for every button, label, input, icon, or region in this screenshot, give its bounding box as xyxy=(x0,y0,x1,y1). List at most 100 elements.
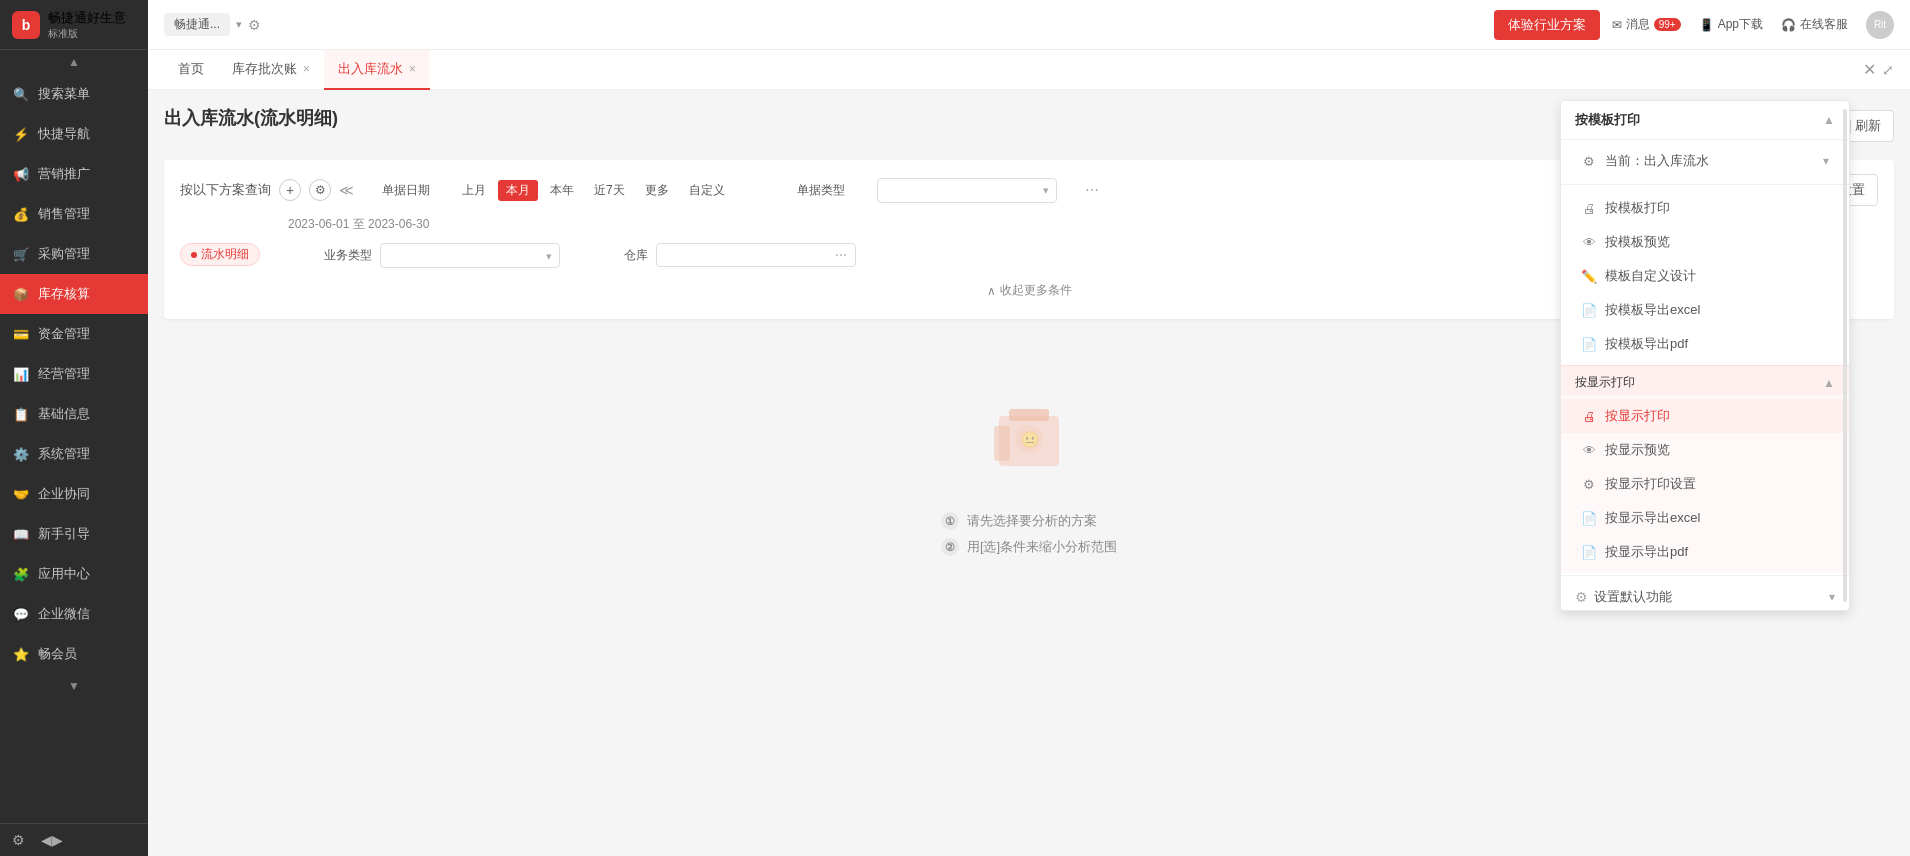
tab-home[interactable]: 首页 xyxy=(164,50,218,90)
filter-tag-shuimingxi[interactable]: 流水明细 xyxy=(180,243,260,266)
sidebar-item-search[interactable]: 🔍 搜索菜单 xyxy=(0,74,148,114)
tabbar-close-all[interactable]: ✕ xyxy=(1863,60,1876,79)
filter-label: 按以下方案查询 xyxy=(180,181,271,199)
apps-icon: 🧩 xyxy=(12,565,30,583)
app-download-button[interactable]: 📱 App下载 xyxy=(1699,16,1763,33)
tabbar-expand[interactable]: ⤢ xyxy=(1882,62,1894,78)
dropdown-default-item[interactable]: ⚙ 设置默认功能 xyxy=(1575,588,1672,606)
trial-button[interactable]: 体验行业方案 xyxy=(1494,10,1600,40)
quick-nav-icon: ⚡ xyxy=(12,125,30,143)
dropdown-template-preview[interactable]: 👁 按模板预览 xyxy=(1561,225,1849,259)
sidebar-item-finance[interactable]: 💳 资金管理 xyxy=(0,314,148,354)
sidebar-item-label: 搜索菜单 xyxy=(38,85,90,103)
sidebar-item-basic[interactable]: 📋 基础信息 xyxy=(0,394,148,434)
sidebar-item-label: 营销推广 xyxy=(38,165,90,183)
app-download-label: App下载 xyxy=(1718,16,1763,33)
sales-icon: 💰 xyxy=(12,205,30,223)
default-chevron[interactable]: ▾ xyxy=(1829,590,1835,604)
app-sub: 标准版 xyxy=(48,27,126,41)
dropdown-current-item[interactable]: ⚙ 当前：出入库流水 ▾ xyxy=(1561,144,1849,178)
tab-batch[interactable]: 库存批次账 × xyxy=(218,50,324,90)
topbar-settings-icon[interactable]: ⚙ xyxy=(248,17,261,33)
filter-add-button[interactable]: + xyxy=(279,179,301,201)
hint-item-1: ① 请先选择要分析的方案 xyxy=(941,512,1117,530)
date-tab-more[interactable]: 更多 xyxy=(637,180,677,201)
dropdown-collapse-icon[interactable]: ▲ xyxy=(1823,113,1835,127)
topbar-username[interactable]: 畅捷通... xyxy=(164,13,230,36)
sidebar-logo: b 畅捷通好生意 标准版 xyxy=(0,0,148,50)
date-label: 单据日期 xyxy=(382,182,430,199)
template-custom-icon: ✏️ xyxy=(1581,268,1597,284)
wechat-icon: 💬 xyxy=(12,605,30,623)
tab-inout[interactable]: 出入库流水 × xyxy=(324,50,430,90)
user-avatar[interactable]: Rit xyxy=(1866,11,1894,39)
sidebar-item-label: 系统管理 xyxy=(38,445,90,463)
collapse-sidebar-icon[interactable]: ◀▶ xyxy=(41,832,63,848)
doc-type-label: 单据类型 xyxy=(797,183,845,197)
tab-inout-label: 出入库流水 xyxy=(338,60,403,78)
sidebar-item-system[interactable]: ⚙️ 系统管理 xyxy=(0,434,148,474)
date-tab-this-month[interactable]: 本月 xyxy=(498,180,538,201)
sidebar-item-business[interactable]: 📊 经营管理 xyxy=(0,354,148,394)
messages-button[interactable]: ✉ 消息 99+ xyxy=(1612,16,1681,33)
settings-bottom-icon[interactable]: ⚙ xyxy=(12,832,25,848)
date-tab-7days[interactable]: 近7天 xyxy=(586,180,633,201)
display-settings-label: 按显示打印设置 xyxy=(1605,475,1696,493)
filter-collapse-btn[interactable]: ≪ xyxy=(339,182,354,198)
display-header-chevron[interactable]: ▲ xyxy=(1823,376,1835,390)
sidebar-item-label: 销售管理 xyxy=(38,205,90,223)
doc-type-field: 单据类型 xyxy=(797,182,845,199)
sidebar-item-quick-nav[interactable]: ⚡ 快捷导航 xyxy=(0,114,148,154)
sidebar-item-label: 企业协同 xyxy=(38,485,90,503)
template-print-icon: 🖨 xyxy=(1581,200,1597,216)
dropdown-template-export-pdf[interactable]: 📄 按模板导出pdf xyxy=(1561,327,1849,361)
topbar-dropdown-icon[interactable]: ▾ xyxy=(236,18,242,31)
dropdown-display-export-excel[interactable]: 📄 按显示导出excel xyxy=(1561,501,1849,535)
dropdown-display-preview[interactable]: 👁 按显示预览 xyxy=(1561,433,1849,467)
dropdown-template-custom[interactable]: ✏️ 模板自定义设计 xyxy=(1561,259,1849,293)
sidebar-scroll-down[interactable]: ▼ xyxy=(0,674,148,698)
sidebar-item-guide[interactable]: 📖 新手引导 xyxy=(0,514,148,554)
tabbar-right: ✕ ⤢ xyxy=(1863,60,1894,79)
sidebar-scroll-up[interactable]: ▲ xyxy=(0,50,148,74)
sidebar-item-collab[interactable]: 🤝 企业协同 xyxy=(0,474,148,514)
biz-type-select[interactable] xyxy=(380,243,560,268)
message-icon: ✉ xyxy=(1612,18,1622,32)
dropdown-display-print[interactable]: 🖨 按显示打印 xyxy=(1561,399,1849,433)
inventory-icon: 📦 xyxy=(12,285,30,303)
sidebar-item-marketing[interactable]: 📢 营销推广 xyxy=(0,154,148,194)
dropdown-template-print[interactable]: 🖨 按模板打印 xyxy=(1561,191,1849,225)
service-icon: 🎧 xyxy=(1781,18,1796,32)
dropdown-template-section: 🖨 按模板打印 👁 按模板预览 ✏️ 模板自定义设计 📄 按模板导出excel … xyxy=(1561,187,1849,365)
sidebar-item-member[interactable]: ⭐ 畅会员 xyxy=(0,634,148,674)
sidebar-item-apps[interactable]: 🧩 应用中心 xyxy=(0,554,148,594)
online-service-label: 在线客服 xyxy=(1800,16,1848,33)
collapse-label: 收起更多条件 xyxy=(1000,282,1072,299)
sidebar-item-label: 应用中心 xyxy=(38,565,90,583)
dropdown-display-export-pdf[interactable]: 📄 按显示导出pdf xyxy=(1561,535,1849,569)
date-tab-custom[interactable]: 自定义 xyxy=(681,180,733,201)
doc-type-select[interactable] xyxy=(877,178,1057,203)
tab-inout-close[interactable]: × xyxy=(409,62,416,76)
doc-type-more-icon[interactable]: ⋯ xyxy=(1085,182,1099,198)
current-label: 当前：出入库流水 xyxy=(1605,152,1709,170)
hint-text-2: 用[选]条件来缩小分析范围 xyxy=(967,538,1117,556)
sidebar-nav: ▲ 🔍 搜索菜单 ⚡ 快捷导航 📢 营销推广 💰 销售管理 🛒 采购管理 📦 库… xyxy=(0,50,148,823)
tab-batch-close[interactable]: × xyxy=(303,62,310,76)
filter-settings-button[interactable]: ⚙ xyxy=(309,179,331,201)
filter-date-row: 单据日期 上月 本月 本年 近7天 更多 自定义 单据类型 xyxy=(382,178,1099,203)
warehouse-input[interactable]: ⋯ xyxy=(656,243,856,267)
dropdown-template-export-excel[interactable]: 📄 按模板导出excel xyxy=(1561,293,1849,327)
date-tab-prev-month[interactable]: 上月 xyxy=(454,180,494,201)
dropdown-scrollbar[interactable] xyxy=(1843,109,1847,602)
date-tab-this-year[interactable]: 本年 xyxy=(542,180,582,201)
online-service-button[interactable]: 🎧 在线客服 xyxy=(1781,16,1848,33)
doc-type-select-wrap xyxy=(877,178,1057,203)
hint-num-2: ② xyxy=(941,538,959,556)
display-pdf-label: 按显示导出pdf xyxy=(1605,543,1688,561)
sidebar-item-sales[interactable]: 💰 销售管理 xyxy=(0,194,148,234)
dropdown-display-print-settings[interactable]: ⚙ 按显示打印设置 xyxy=(1561,467,1849,501)
sidebar-item-wechat[interactable]: 💬 企业微信 xyxy=(0,594,148,634)
sidebar-item-purchase[interactable]: 🛒 采购管理 xyxy=(0,234,148,274)
sidebar-item-inventory[interactable]: 📦 库存核算 xyxy=(0,274,148,314)
